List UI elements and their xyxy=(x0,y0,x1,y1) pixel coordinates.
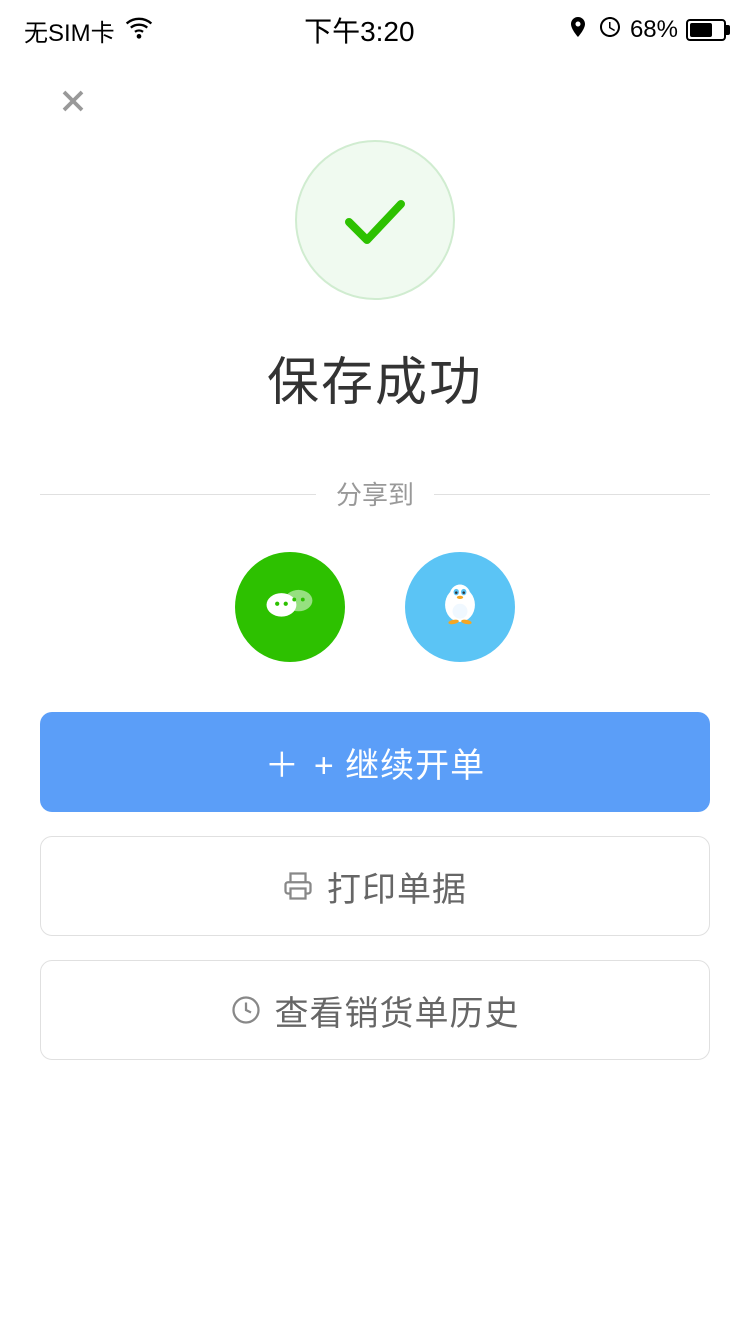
share-label: 分享到 xyxy=(316,475,434,512)
history-button[interactable]: 查看销货单历史 xyxy=(40,960,710,1060)
battery-icon xyxy=(686,19,726,41)
continue-label: + 继续开单 xyxy=(314,738,485,787)
clock-icon xyxy=(231,995,261,1025)
location-icon xyxy=(566,15,590,46)
status-right: 68% xyxy=(566,15,726,46)
history-label: 查看销货单历史 xyxy=(275,986,520,1035)
wechat-share-button[interactable] xyxy=(235,552,345,662)
status-bar: 无SIM卡 下午3:20 68% xyxy=(0,0,750,60)
buttons-section: ＋ + 继续开单 打印单据 查看销货单历史 xyxy=(0,712,750,1060)
time-display: 下午3:20 xyxy=(304,10,415,50)
share-section: 分享到 xyxy=(0,475,750,662)
plus-icon: ＋ xyxy=(265,738,300,787)
share-icons xyxy=(235,552,515,662)
print-button[interactable]: 打印单据 xyxy=(40,836,710,936)
battery-percent: 68% xyxy=(630,16,678,44)
carrier-text: 无SIM卡 xyxy=(24,13,115,48)
share-divider: 分享到 xyxy=(0,475,750,512)
continue-button[interactable]: ＋ + 继续开单 xyxy=(40,712,710,812)
success-icon-circle xyxy=(295,140,455,300)
close-button[interactable] xyxy=(48,76,98,126)
printer-icon xyxy=(283,871,313,901)
alarm-icon xyxy=(598,15,622,46)
success-title: 保存成功 xyxy=(267,340,483,415)
main-content: 保存成功 分享到 xyxy=(0,60,750,1060)
qq-share-button[interactable] xyxy=(405,552,515,662)
wifi-icon xyxy=(125,13,153,48)
print-label: 打印单据 xyxy=(327,862,467,911)
status-left: 无SIM卡 xyxy=(24,13,153,48)
